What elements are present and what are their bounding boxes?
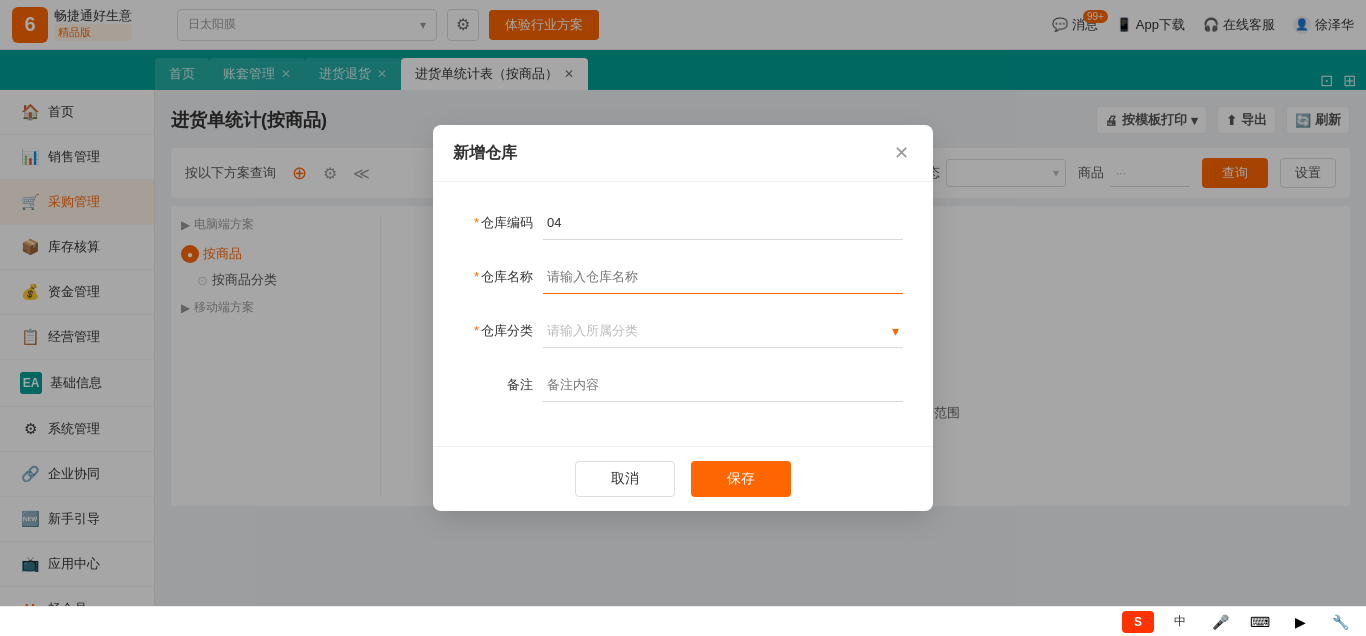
mic-icon[interactable]: 🎤 xyxy=(1206,608,1234,636)
field-category-placeholder: 请输入所属分类 xyxy=(547,322,638,340)
status-bar: S 中 🎤 ⌨ ▶ 🔧 xyxy=(0,606,1366,636)
tool-icon[interactable]: 🔧 xyxy=(1326,608,1354,636)
form-row-name: 仓库名称 xyxy=(463,260,903,294)
field-code-input[interactable] xyxy=(543,206,903,240)
dialog-title: 新增仓库 xyxy=(453,143,517,164)
form-row-code: 仓库编码 xyxy=(463,206,903,240)
field-name-label: 仓库名称 xyxy=(463,268,543,286)
form-row-note: 备注 xyxy=(463,368,903,402)
play-icon[interactable]: ▶ xyxy=(1286,608,1314,636)
field-name-input[interactable] xyxy=(543,260,903,294)
field-note-label: 备注 xyxy=(463,376,543,394)
field-code-label: 仓库编码 xyxy=(463,214,543,232)
cancel-button[interactable]: 取消 xyxy=(575,461,675,497)
dialog-header: 新增仓库 ✕ xyxy=(433,125,933,182)
modal-overlay: 新增仓库 ✕ 仓库编码 仓库名称 仓库分类 请输入所属分类 ▾ xyxy=(0,0,1366,636)
category-dropdown-icon: ▾ xyxy=(892,323,899,339)
dialog-close-button[interactable]: ✕ xyxy=(889,141,913,165)
field-note-input[interactable] xyxy=(543,368,903,402)
dialog-add-warehouse: 新增仓库 ✕ 仓库编码 仓库名称 仓库分类 请输入所属分类 ▾ xyxy=(433,125,933,511)
dialog-body: 仓库编码 仓库名称 仓库分类 请输入所属分类 ▾ 备注 xyxy=(433,182,933,446)
keyboard-icon[interactable]: ⌨ xyxy=(1246,608,1274,636)
ime-zh-icon[interactable]: 中 xyxy=(1166,608,1194,636)
s-logo-icon[interactable]: S xyxy=(1122,611,1154,633)
field-category-select[interactable]: 请输入所属分类 ▾ xyxy=(543,314,903,348)
dialog-footer: 取消 保存 xyxy=(433,446,933,511)
save-button[interactable]: 保存 xyxy=(691,461,791,497)
field-category-label: 仓库分类 xyxy=(463,322,543,340)
form-row-category: 仓库分类 请输入所属分类 ▾ xyxy=(463,314,903,348)
